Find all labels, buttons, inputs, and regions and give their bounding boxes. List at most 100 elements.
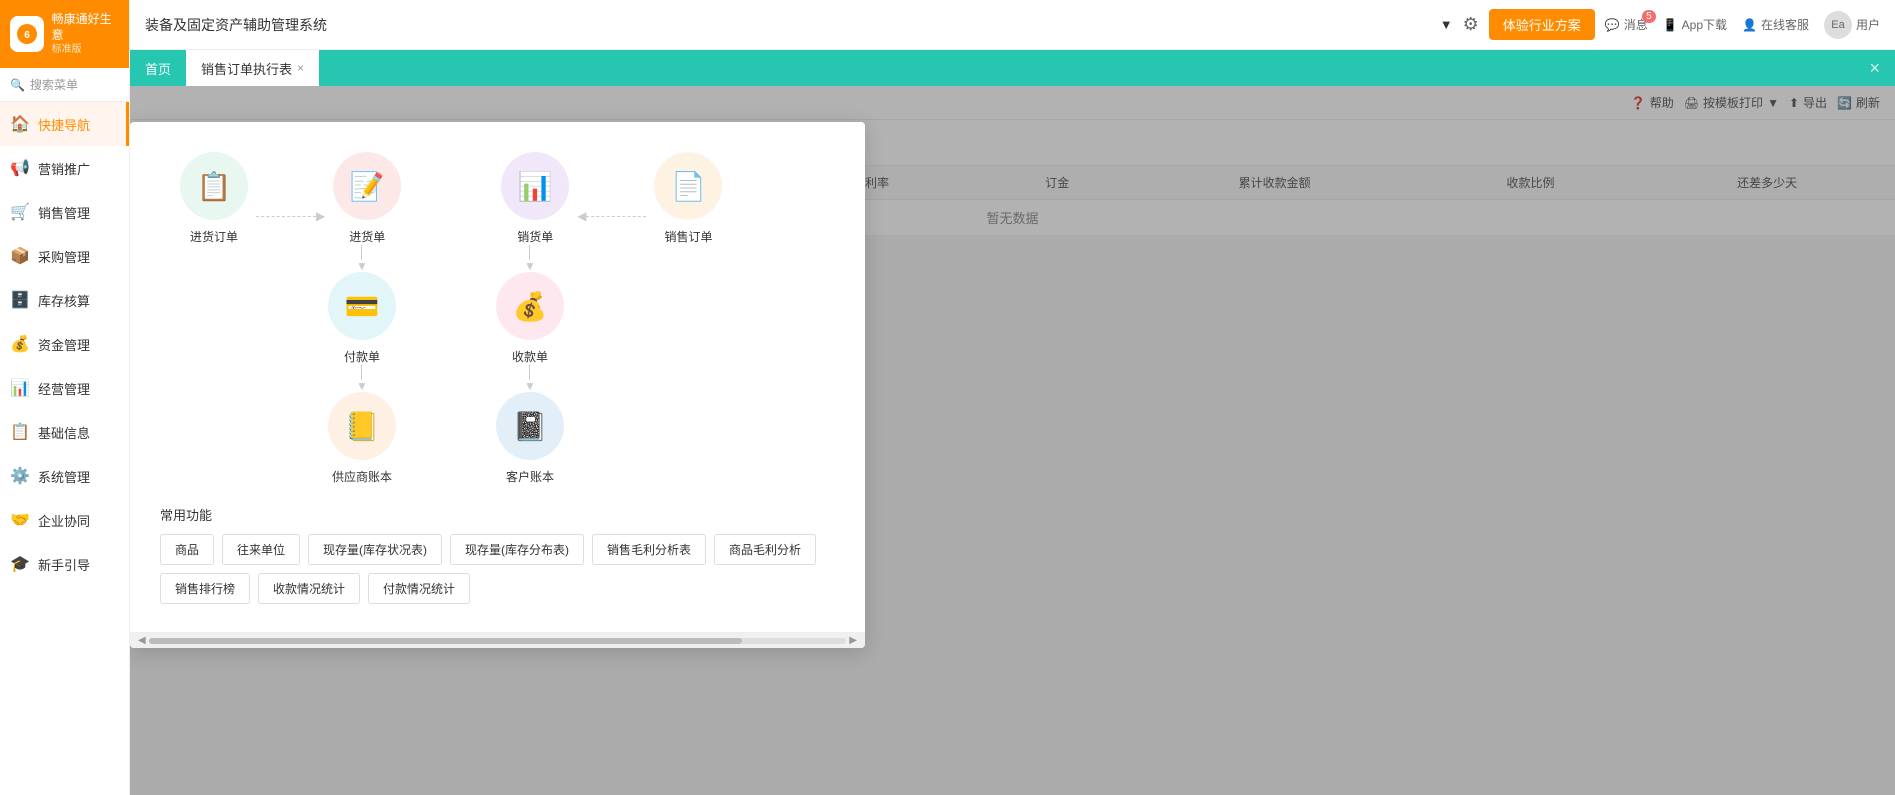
flow-row3: 📒 供应商账本 📓 客户账本 — [160, 392, 835, 495]
scrollbar-track[interactable] — [149, 638, 847, 644]
message-item[interactable]: 💬 消息 5 — [1605, 16, 1648, 33]
base-info-icon: 📋 — [10, 422, 30, 442]
content-area: ❓ 帮助 🖨 按模板打印 ▼ ⬆ 导出 🔄 刷新 — [130, 86, 1895, 795]
func-btn-sales-ranking[interactable]: 销售排行榜 — [160, 573, 250, 604]
message-icon: 💬 — [1605, 18, 1620, 32]
sidebar-logo: 6 畅康通好生意 标准版 — [0, 0, 129, 68]
tab-home[interactable]: 首页 — [130, 50, 186, 86]
popup-box: 📋 进货订单 ▶ — [130, 122, 865, 648]
function-buttons-row1: 商品 往来单位 现存量(库存状况表) 现存量(库存分布表) 销售毛利分析表 商品… — [160, 534, 835, 565]
flow-diagram: 📋 进货订单 ▶ — [160, 142, 835, 495]
sidebar-item-marketing[interactable]: 📢 营销推广 — [0, 146, 129, 190]
scrollbar-right-arrow[interactable]: ▶ — [846, 635, 860, 646]
sidebar-item-operations[interactable]: 📊 经营管理 — [0, 366, 129, 410]
flow-arrows-down: ▼ ▼ — [160, 245, 835, 272]
tab-sales-order[interactable]: 销售订单执行表 × — [186, 50, 319, 86]
flow-row2: 💳 付款单 💰 收款单 — [160, 272, 835, 365]
purchase-icon: 📦 — [10, 246, 30, 266]
receipt-slip-label: 收款单 — [512, 348, 548, 365]
experience-button[interactable]: 体验行业方案 — [1489, 9, 1595, 40]
func-btn-stock-dist[interactable]: 现存量(库存分布表) — [450, 534, 584, 565]
customer-account-icon: 📓 — [496, 392, 564, 460]
sales-slip-icon: 📊 — [501, 152, 569, 220]
close-window-button[interactable]: × — [1854, 50, 1895, 86]
popup-scrollbar: ◀ ▶ — [130, 632, 865, 648]
avatar: Ea — [1824, 11, 1852, 39]
user-item[interactable]: Ea 用户 — [1824, 11, 1880, 39]
receipt-slip-icon: 💰 — [496, 272, 564, 340]
func-btn-receipt-stats[interactable]: 收款情况统计 — [258, 573, 360, 604]
marketing-icon: 📢 — [10, 158, 30, 178]
operations-icon: 📊 — [10, 378, 30, 398]
node-payment-slip[interactable]: 💳 付款单 — [328, 272, 396, 365]
app-download-item[interactable]: 📱 App下载 — [1663, 16, 1727, 33]
arrow-down2: ▼ — [496, 245, 564, 272]
func-btn-sales-margin[interactable]: 销售毛利分析表 — [592, 534, 706, 565]
chevron-down-icon: ▼ — [1440, 17, 1453, 32]
arrow-down3: ▼ — [328, 365, 396, 392]
func-btn-payment-stats[interactable]: 付款情况统计 — [368, 573, 470, 604]
function-buttons-row2: 销售排行榜 收款情况统计 付款情况统计 — [160, 573, 835, 604]
system-title: 装备及固定资产辅助管理系统 — [145, 15, 1430, 35]
customer-account-label: 客户账本 — [506, 468, 554, 485]
sidebar-item-quick-nav[interactable]: 🏠 快捷导航 — [0, 102, 129, 146]
purchase-slip-label: 进货单 — [349, 228, 385, 245]
flow-arrows-down2: ▼ ▼ — [160, 365, 835, 392]
node-purchase-slip[interactable]: 📝 进货单 — [333, 152, 401, 245]
enterprise-icon: 🤝 — [10, 510, 30, 530]
func-btn-stock-status[interactable]: 现存量(库存状况表) — [308, 534, 442, 565]
home-icon: 🏠 — [10, 114, 30, 134]
scrollbar-left-arrow[interactable]: ◀ — [135, 635, 149, 646]
sales-slip-label: 销货单 — [517, 228, 553, 245]
payment-slip-label: 付款单 — [344, 348, 380, 365]
sidebar-item-purchase[interactable]: 📦 采购管理 — [0, 234, 129, 278]
sidebar-item-base-info[interactable]: 📋 基础信息 — [0, 410, 129, 454]
settings-icon[interactable]: ⚙ — [1463, 14, 1479, 35]
node-sales-slip[interactable]: 📊 销货单 — [501, 152, 569, 245]
topbar-right: 💬 消息 5 📱 App下载 👤 在线客服 Ea 用户 — [1605, 11, 1880, 39]
finance-icon: 💰 — [10, 334, 30, 354]
node-receipt-slip[interactable]: 💰 收款单 — [496, 272, 564, 365]
sidebar: 6 畅康通好生意 标准版 🔍 搜索菜单 🏠 快捷导航 📢 营销推广 🛒 — [0, 0, 130, 795]
sales-icon: 🛒 — [10, 202, 30, 222]
tabbar: 首页 销售订单执行表 × × — [130, 50, 1895, 86]
online-service-item[interactable]: 👤 在线客服 — [1742, 16, 1809, 33]
popup-overlay[interactable]: 📋 进货订单 ▶ — [130, 86, 1895, 795]
popup-content: 📋 进货订单 ▶ — [130, 122, 865, 632]
main-area: 装备及固定资产辅助管理系统 ▼ ⚙ 体验行业方案 💬 消息 5 📱 App下载 … — [130, 0, 1895, 795]
arrow-h1: ▶ — [248, 209, 333, 223]
sidebar-item-system[interactable]: ⚙️ 系统管理 — [0, 454, 129, 498]
node-customer-account[interactable]: 📓 客户账本 — [496, 392, 564, 485]
search-icon: 🔍 — [10, 78, 25, 92]
sidebar-item-newbie[interactable]: 🎓 新手引导 — [0, 542, 129, 586]
arrow-down1: ▼ — [328, 245, 396, 272]
svg-text:6: 6 — [24, 30, 30, 41]
common-functions: 常用功能 商品 往来单位 现存量(库存状况表) 现存量(库存分布表) 销售毛利分… — [160, 505, 835, 604]
func-btn-product[interactable]: 商品 — [160, 534, 214, 565]
func-btn-product-margin[interactable]: 商品毛利分析 — [714, 534, 816, 565]
func-btn-partner[interactable]: 往来单位 — [222, 534, 300, 565]
sidebar-item-finance[interactable]: 💰 资金管理 — [0, 322, 129, 366]
node-sales-order[interactable]: 📄 销售订单 — [654, 152, 722, 245]
sidebar-item-sales[interactable]: 🛒 销售管理 — [0, 190, 129, 234]
sidebar-item-inventory[interactable]: 🗄️ 库存核算 — [0, 278, 129, 322]
message-badge: 5 — [1642, 10, 1656, 23]
node-supplier-account[interactable]: 📒 供应商账本 — [328, 392, 396, 485]
inventory-icon: 🗄️ — [10, 290, 30, 310]
logo-icon: 6 — [10, 16, 44, 52]
logo-text: 畅康通好生意 标准版 — [52, 12, 119, 56]
purchase-order-label: 进货订单 — [190, 228, 238, 245]
payment-slip-icon: 💳 — [328, 272, 396, 340]
newbie-icon: 🎓 — [10, 554, 30, 574]
system-dropdown[interactable]: ▼ — [1440, 17, 1453, 32]
supplier-account-icon: 📒 — [328, 392, 396, 460]
node-purchase-order[interactable]: 📋 进货订单 — [180, 152, 248, 245]
sidebar-item-enterprise[interactable]: 🤝 企业协同 — [0, 498, 129, 542]
sales-order-icon: 📄 — [654, 152, 722, 220]
purchase-slip-icon: 📝 — [333, 152, 401, 220]
sidebar-search[interactable]: 🔍 搜索菜单 — [0, 68, 129, 102]
supplier-account-label: 供应商账本 — [332, 468, 392, 485]
common-functions-title: 常用功能 — [160, 505, 835, 524]
sales-order-label: 销售订单 — [664, 228, 712, 245]
tab-close-button[interactable]: × — [297, 61, 304, 75]
